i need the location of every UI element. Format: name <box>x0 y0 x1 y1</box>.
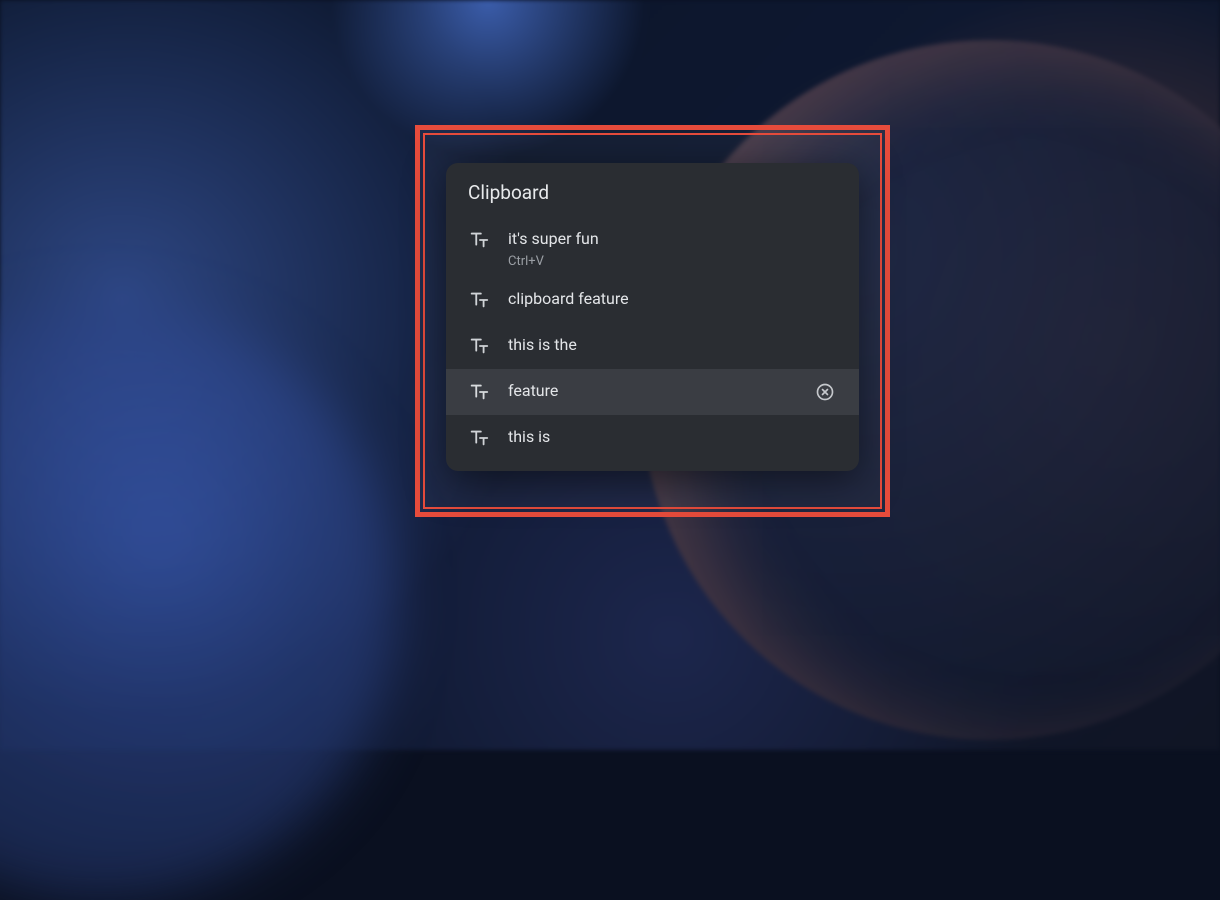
clipboard-item-text: this is <box>508 427 837 448</box>
text-icon <box>468 427 490 449</box>
clipboard-item[interactable]: this is <box>446 415 859 461</box>
clipboard-item[interactable]: this is the <box>446 323 859 369</box>
panel-title: Clipboard <box>446 163 859 218</box>
clipboard-item-content: this is <box>508 427 837 448</box>
clipboard-item-text: this is the <box>508 335 837 356</box>
delete-clipboard-item-button[interactable] <box>813 380 837 404</box>
clipboard-item[interactable]: feature <box>446 369 859 415</box>
clipboard-item-content: clipboard feature <box>508 289 837 310</box>
text-icon <box>468 335 490 357</box>
clipboard-item-text: feature <box>508 381 813 402</box>
clipboard-item-content: feature <box>508 381 813 402</box>
clipboard-item-text: clipboard feature <box>508 289 837 310</box>
text-icon <box>468 381 490 403</box>
clipboard-item[interactable]: it's super fun Ctrl+V <box>446 218 859 277</box>
clipboard-item[interactable]: clipboard feature <box>446 277 859 323</box>
clipboard-item-content: this is the <box>508 335 837 356</box>
text-icon <box>468 289 490 311</box>
clipboard-panel: Clipboard it's super fun Ctrl+V clipboar… <box>446 163 859 471</box>
text-icon <box>468 229 490 251</box>
clipboard-item-shortcut: Ctrl+V <box>508 254 837 269</box>
clipboard-item-text: it's super fun <box>508 229 837 250</box>
clipboard-item-content: it's super fun Ctrl+V <box>508 229 837 269</box>
